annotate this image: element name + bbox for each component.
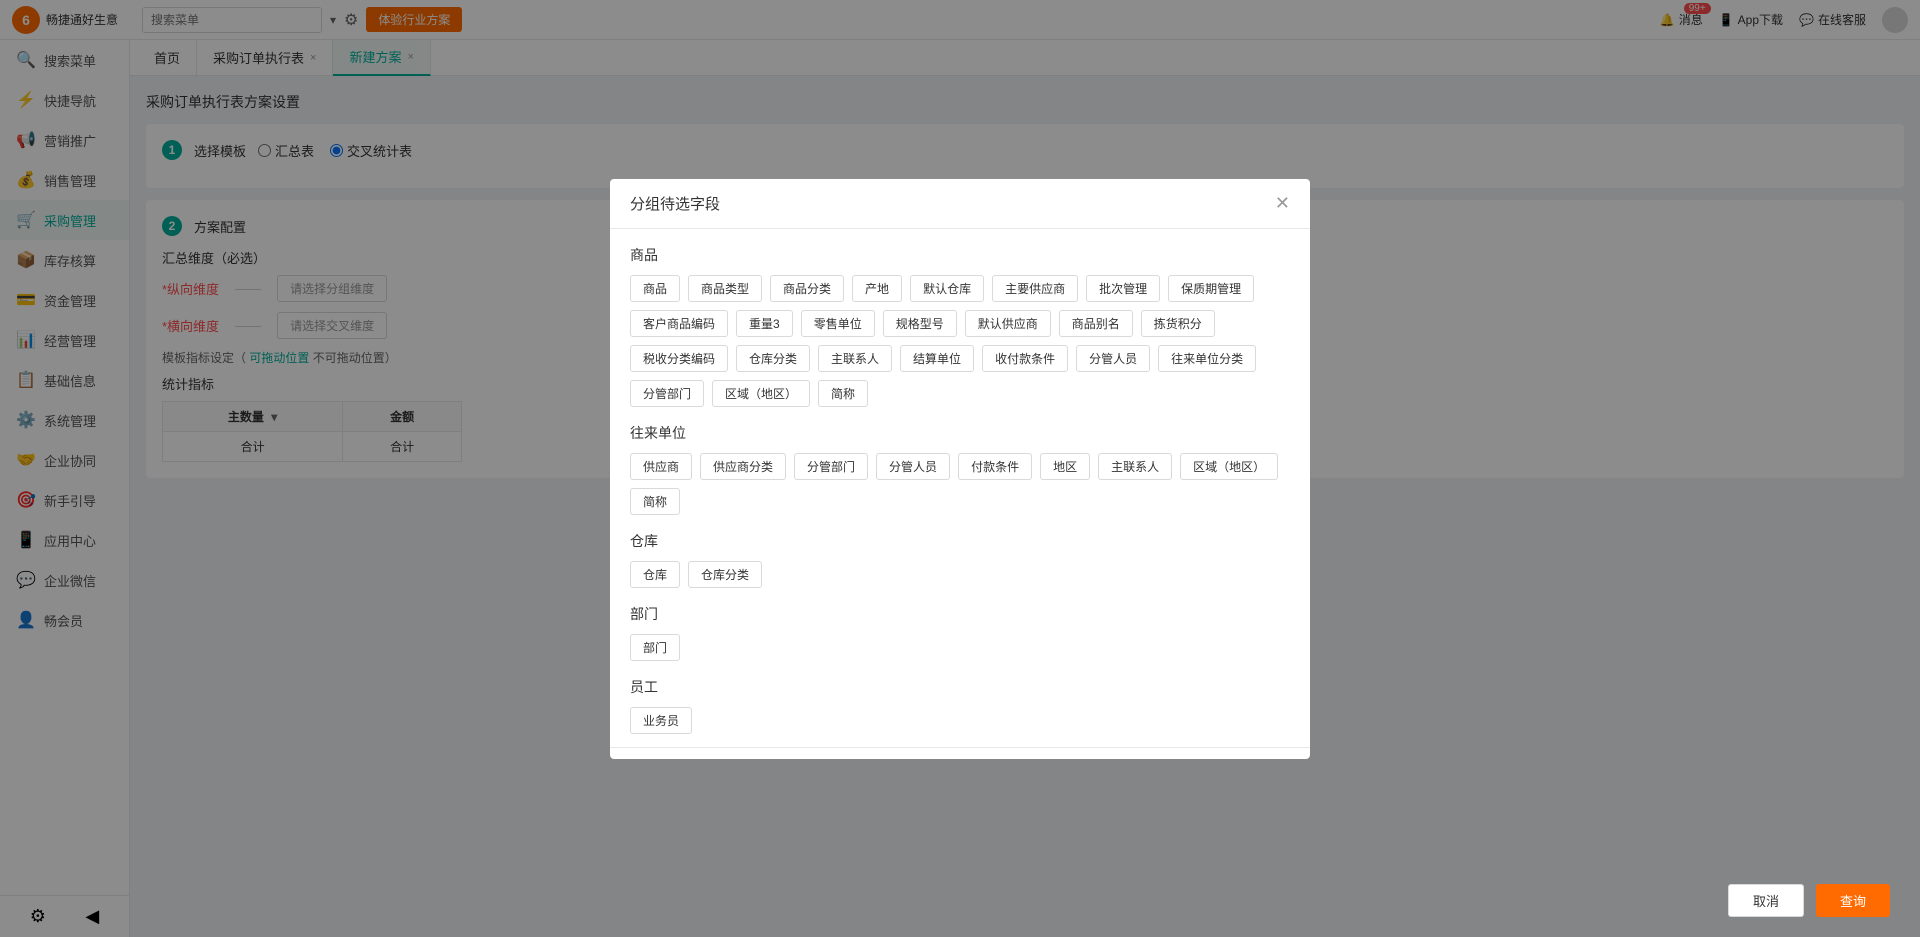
modal-footer: 取消 查询 bbox=[1728, 884, 1890, 917]
field-section-partner: 往来单位供应商供应商分类分管部门分管人员付款条件地区主联系人区域（地区） 简称 bbox=[630, 423, 1290, 515]
modal-title: 分组待选字段 bbox=[630, 193, 720, 214]
field-tag[interactable]: 重量3 bbox=[736, 310, 793, 337]
field-tag[interactable]: 商品别名 bbox=[1059, 310, 1133, 337]
field-tag[interactable]: 主要供应商 bbox=[992, 275, 1078, 302]
field-tag[interactable]: 主联系人 bbox=[818, 345, 892, 372]
field-tag[interactable]: 商品 bbox=[630, 275, 680, 302]
field-tag[interactable]: 默认供应商 bbox=[965, 310, 1051, 337]
modal-header: 分组待选字段 ✕ bbox=[610, 179, 1310, 229]
field-tag[interactable]: 结算单位 bbox=[900, 345, 974, 372]
field-section-title-employee: 员工 bbox=[630, 677, 1290, 697]
field-tag[interactable]: 简称 bbox=[818, 380, 868, 407]
field-tag[interactable]: 区域（地区） bbox=[712, 380, 810, 407]
field-tag[interactable]: 分管人员 bbox=[876, 453, 950, 480]
field-tag[interactable]: 默认仓库 bbox=[910, 275, 984, 302]
field-tag[interactable]: 批次管理 bbox=[1086, 275, 1160, 302]
field-tag[interactable]: 分管部门 bbox=[630, 380, 704, 407]
field-tag[interactable]: 拣货积分 bbox=[1141, 310, 1215, 337]
field-tag[interactable]: 区域（地区） bbox=[1180, 453, 1278, 480]
field-tag[interactable]: 简称 bbox=[630, 488, 680, 515]
field-section-title-partner: 往来单位 bbox=[630, 423, 1290, 443]
field-tag[interactable]: 仓库分类 bbox=[688, 561, 762, 588]
cancel-button[interactable]: 取消 bbox=[1728, 884, 1804, 917]
modal-overlay: 分组待选字段 ✕ 商品商品商品类型商品分类产地默认仓库主要供应商批次管理保质期管… bbox=[0, 0, 1920, 937]
field-tag[interactable]: 客户商品编码 bbox=[630, 310, 728, 337]
field-tags-warehouse: 仓库仓库分类 bbox=[630, 561, 1290, 588]
field-tag[interactable]: 分管人员 bbox=[1076, 345, 1150, 372]
field-section-goods: 商品商品商品类型商品分类产地默认仓库主要供应商批次管理保质期管理客户商品编码重量… bbox=[630, 245, 1290, 407]
field-section-department: 部门部门 bbox=[630, 604, 1290, 661]
field-section-warehouse: 仓库仓库仓库分类 bbox=[630, 531, 1290, 588]
field-select-modal: 分组待选字段 ✕ 商品商品商品类型商品分类产地默认仓库主要供应商批次管理保质期管… bbox=[610, 179, 1310, 759]
field-tag[interactable]: 部门 bbox=[630, 634, 680, 661]
confirm-button[interactable]: 查询 bbox=[1816, 884, 1890, 917]
field-tag[interactable]: 规格型号 bbox=[883, 310, 957, 337]
field-tag[interactable]: 税收分类编码 bbox=[630, 345, 728, 372]
field-tag[interactable]: 产地 bbox=[852, 275, 902, 302]
field-tag[interactable]: 付款条件 bbox=[958, 453, 1032, 480]
field-tag[interactable]: 商品类型 bbox=[688, 275, 762, 302]
field-tag[interactable]: 地区 bbox=[1040, 453, 1090, 480]
field-tag[interactable]: 收付款条件 bbox=[982, 345, 1068, 372]
field-tag[interactable]: 分管部门 bbox=[794, 453, 868, 480]
field-section-title-department: 部门 bbox=[630, 604, 1290, 624]
field-section-title-goods: 商品 bbox=[630, 245, 1290, 265]
modal-close-button[interactable]: ✕ bbox=[1275, 193, 1290, 214]
field-tag[interactable]: 往来单位分类 bbox=[1158, 345, 1256, 372]
field-tags-department: 部门 bbox=[630, 634, 1290, 661]
field-tag[interactable]: 供应商分类 bbox=[700, 453, 786, 480]
field-tag[interactable]: 仓库分类 bbox=[736, 345, 810, 372]
field-tag[interactable]: 商品分类 bbox=[770, 275, 844, 302]
field-tag[interactable]: 零售单位 bbox=[801, 310, 875, 337]
field-section-employee: 员工业务员 bbox=[630, 677, 1290, 734]
field-tags-goods: 商品商品类型商品分类产地默认仓库主要供应商批次管理保质期管理客户商品编码重量3 零… bbox=[630, 275, 1290, 407]
field-tag[interactable]: 仓库 bbox=[630, 561, 680, 588]
modal-horizontal-scrollbar[interactable] bbox=[610, 747, 1310, 758]
field-tags-employee: 业务员 bbox=[630, 707, 1290, 734]
modal-body: 商品商品商品类型商品分类产地默认仓库主要供应商批次管理保质期管理客户商品编码重量… bbox=[610, 229, 1310, 748]
field-tag[interactable]: 保质期管理 bbox=[1168, 275, 1254, 302]
field-tag[interactable]: 业务员 bbox=[630, 707, 692, 734]
field-section-title-warehouse: 仓库 bbox=[630, 531, 1290, 551]
field-tag[interactable]: 主联系人 bbox=[1098, 453, 1172, 480]
field-tag[interactable]: 供应商 bbox=[630, 453, 692, 480]
field-tags-partner: 供应商供应商分类分管部门分管人员付款条件地区主联系人区域（地区） 简称 bbox=[630, 453, 1290, 515]
